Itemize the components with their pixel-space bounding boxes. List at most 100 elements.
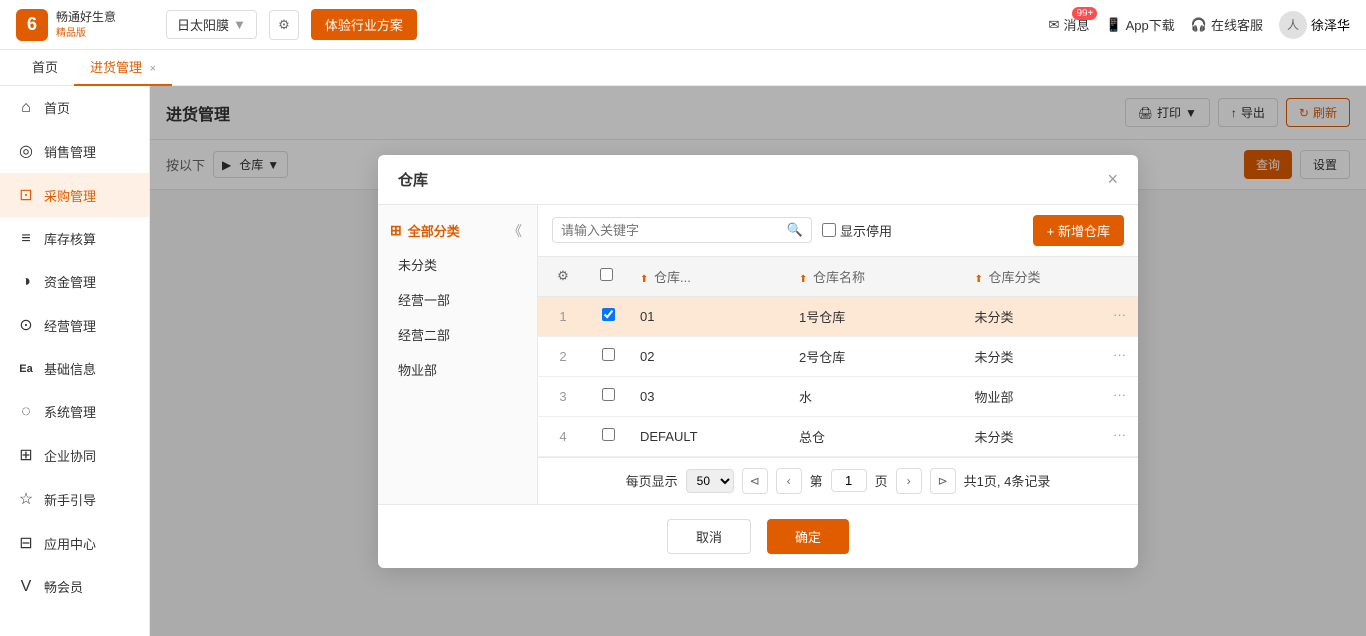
search-input[interactable]: [561, 223, 787, 238]
grid-icon: ⊞: [390, 222, 402, 239]
row-checkbox[interactable]: [602, 428, 615, 441]
cancel-button[interactable]: 取消: [667, 519, 751, 554]
table-row[interactable]: 2 02 2号仓库 未分类 ···: [538, 336, 1138, 376]
total-info: 共1页, 4条记录: [964, 471, 1051, 490]
row-checkbox-cell[interactable]: [588, 296, 628, 336]
message-badge: 99+: [1072, 7, 1097, 20]
sidebar-item-guide[interactable]: ☆ 新手引导: [0, 477, 149, 521]
category-item-property[interactable]: 物业部: [378, 352, 537, 387]
inventory-icon: ≡: [16, 230, 36, 248]
enterprise-icon: ⊞: [16, 445, 36, 465]
settings-button[interactable]: ⚙: [269, 10, 299, 40]
row-checkbox-cell[interactable]: [588, 376, 628, 416]
modal-header: 仓库 ×: [378, 155, 1138, 205]
select-all-checkbox[interactable]: [600, 268, 613, 281]
page-last-button[interactable]: ⊳: [930, 468, 956, 494]
sidebar-label-app-center: 应用中心: [44, 534, 96, 553]
sidebar-label-purchase: 采购管理: [44, 186, 96, 205]
sidebar-item-operation[interactable]: ⊙ 经营管理: [0, 303, 149, 347]
category-item-unclassified[interactable]: 未分类: [378, 247, 537, 282]
modal-body: ⊞ 全部分类 《 未分类 经营一部 经营二部: [378, 205, 1138, 504]
all-categories-label: 全部分类: [408, 221, 460, 240]
sidebar: ⌂ 首页 ◎ 销售管理 ⊡ 采购管理 ≡ 库存核算 ◑ 资金管理 ⊙ 经营管理 …: [0, 86, 150, 636]
table-row[interactable]: 1 01 1号仓库 未分类 ···: [538, 296, 1138, 336]
page-size-select[interactable]: 50: [686, 469, 734, 493]
table-row[interactable]: 4 DEFAULT 总仓 未分类 ···: [538, 416, 1138, 456]
modal-close-button[interactable]: ×: [1107, 169, 1118, 190]
show-disabled-checkbox[interactable]: [822, 223, 836, 237]
category-item-operation2[interactable]: 经营二部: [378, 317, 537, 352]
row-checkbox[interactable]: [602, 348, 615, 361]
sidebar-item-basic-info[interactable]: Ea 基础信息: [0, 347, 149, 390]
online-service-label: 在线客服: [1211, 15, 1263, 34]
sidebar-label-system: 系统管理: [44, 402, 96, 421]
sort-icon-cat: ⬆: [974, 274, 982, 285]
row-name: 1号仓库: [787, 296, 963, 336]
row-category: 物业部 ···: [962, 376, 1138, 416]
logo-badge: 精品版: [56, 24, 116, 39]
page-prev-button[interactable]: ‹: [776, 468, 802, 494]
main-layout: ⌂ 首页 ◎ 销售管理 ⊡ 采购管理 ≡ 库存核算 ◑ 资金管理 ⊙ 经营管理 …: [0, 86, 1366, 636]
sidebar-label-enterprise: 企业协同: [44, 446, 96, 465]
logo-icon: 6: [16, 9, 48, 41]
pagination-bar: 每页显示 50 ⊲ ‹ 第 页 › ⊳ 共1页, 4条记录: [538, 457, 1138, 504]
try-industry-button[interactable]: 体验行业方案: [311, 9, 417, 40]
row-actions-icon[interactable]: ···: [1113, 387, 1126, 402]
store-selector[interactable]: 日太阳膜 ▼: [166, 10, 257, 39]
online-service-button[interactable]: 🎧 在线客服: [1191, 15, 1263, 34]
sales-icon: ◎: [16, 141, 36, 161]
category-item-operation1[interactable]: 经营一部: [378, 282, 537, 317]
page-first-button[interactable]: ⊲: [742, 468, 768, 494]
row-index: 2: [538, 336, 588, 376]
tab-home[interactable]: 首页: [16, 50, 74, 86]
messages-button[interactable]: ✉ 消息 99+: [1049, 15, 1090, 34]
app-download-button[interactable]: 📱 App下载: [1105, 15, 1174, 34]
modal-actions: 取消 确定: [378, 504, 1138, 568]
modal-toolbar: 🔍 显示停用 + 新增仓库: [538, 205, 1138, 257]
sidebar-label-operation: 经营管理: [44, 316, 96, 335]
sidebar-item-enterprise[interactable]: ⊞ 企业协同: [0, 433, 149, 477]
sidebar-item-system[interactable]: ◌ 系统管理: [0, 390, 149, 433]
operation-icon: ⊙: [16, 315, 36, 335]
row-checkbox[interactable]: [602, 308, 615, 321]
sidebar-label-home: 首页: [44, 98, 70, 117]
store-name: 日太阳膜: [177, 15, 229, 34]
sidebar-item-inventory[interactable]: ≡ 库存核算: [0, 217, 149, 260]
warehouse-modal: 仓库 × ⊞ 全部分类 《: [378, 155, 1138, 568]
membership-icon: V: [16, 578, 36, 596]
sidebar-item-purchase[interactable]: ⊡ 采购管理: [0, 173, 149, 217]
avatar: 人: [1279, 11, 1307, 39]
sidebar-item-app-center[interactable]: ⊟ 应用中心: [0, 521, 149, 565]
username-label: 徐泽华: [1311, 15, 1350, 34]
tab-purchase[interactable]: 进货管理 ×: [74, 50, 172, 86]
user-area[interactable]: 人 徐泽华: [1279, 11, 1350, 39]
row-actions-icon[interactable]: ···: [1113, 307, 1126, 322]
row-checkbox[interactable]: [602, 388, 615, 401]
search-icon[interactable]: 🔍: [787, 222, 803, 238]
show-disabled-label: 显示停用: [840, 221, 892, 240]
sidebar-item-home[interactable]: ⌂ 首页: [0, 86, 149, 129]
confirm-button[interactable]: 确定: [767, 519, 849, 554]
row-actions-icon[interactable]: ···: [1113, 347, 1126, 362]
sidebar-label-basic-info: 基础信息: [44, 359, 96, 378]
page-next-button[interactable]: ›: [896, 468, 922, 494]
gear-icon: ⚙: [278, 17, 290, 33]
page-number-input[interactable]: [831, 469, 867, 492]
sidebar-item-finance[interactable]: ◑ 资金管理: [0, 260, 149, 303]
table-header-settings: ⚙: [538, 257, 588, 297]
collapse-icon[interactable]: 《: [505, 221, 525, 241]
sidebar-item-sales[interactable]: ◎ 销售管理: [0, 129, 149, 173]
row-checkbox-cell[interactable]: [588, 416, 628, 456]
tab-close-icon[interactable]: ×: [150, 63, 156, 75]
table-header-name: ⬆ 仓库名称: [787, 257, 963, 297]
table-row[interactable]: 3 03 水 物业部 ···: [538, 376, 1138, 416]
row-actions-icon[interactable]: ···: [1113, 427, 1126, 442]
category-all-header[interactable]: ⊞ 全部分类 《: [378, 215, 537, 247]
modal-overlay: 仓库 × ⊞ 全部分类 《: [150, 86, 1366, 636]
logo-area: 6 畅通好生意 精品版: [16, 9, 166, 41]
table-header-code: ⬆ 仓库...: [628, 257, 787, 297]
headset-icon: 🎧: [1191, 17, 1207, 33]
row-checkbox-cell[interactable]: [588, 336, 628, 376]
sidebar-item-membership[interactable]: V 畅会员: [0, 565, 149, 608]
add-warehouse-button[interactable]: + 新增仓库: [1033, 215, 1124, 246]
